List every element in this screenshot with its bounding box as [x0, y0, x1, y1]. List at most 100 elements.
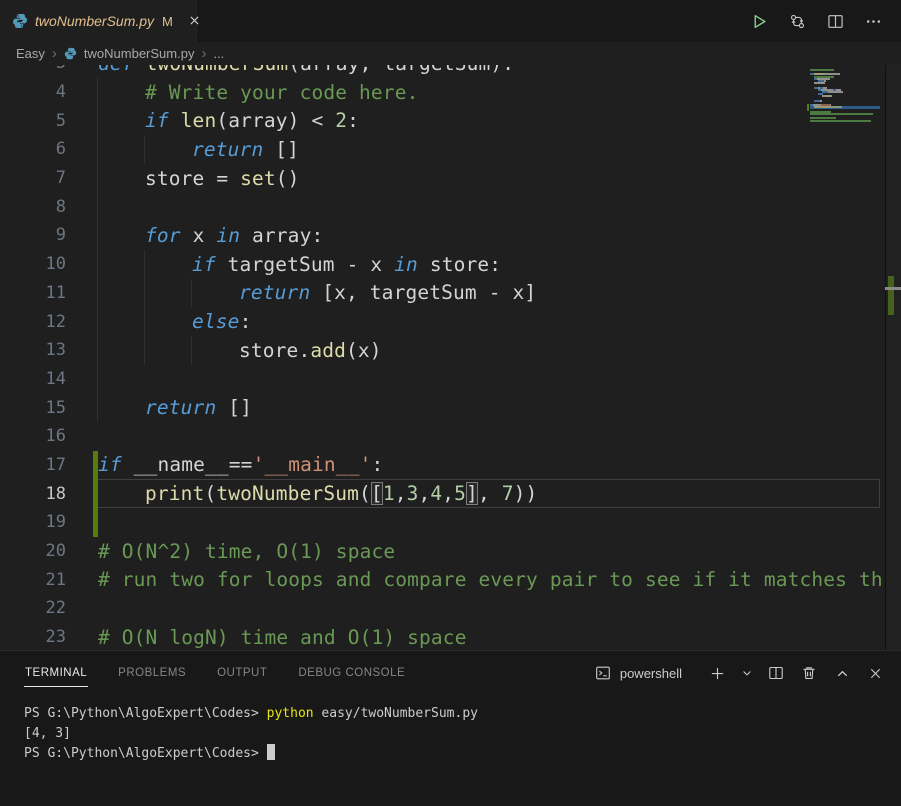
line-number: 10 — [45, 254, 66, 275]
split-editor-icon[interactable] — [825, 11, 845, 31]
panel-tab-output[interactable]: OUTPUT — [216, 652, 268, 694]
terminal-icon — [593, 663, 613, 683]
code-line[interactable]: 3def twoNumberSum(array, targetSum): — [0, 65, 881, 78]
line-number: 12 — [45, 311, 66, 332]
indent-guide — [97, 364, 98, 394]
line-number: 21 — [45, 569, 66, 590]
code-line[interactable]: 14 — [0, 364, 881, 394]
minimap[interactable] — [807, 65, 880, 650]
code-line[interactable]: 21 # run two for loops and compare every … — [0, 565, 881, 594]
tab-modified-badge: M — [162, 13, 173, 29]
breadcrumb: Easy › twoNumberSum.py › ... — [0, 42, 901, 65]
code-line[interactable]: 10 if targetSum - x in store: — [0, 249, 881, 279]
tab-close-icon[interactable] — [188, 14, 201, 29]
minimap-line — [810, 69, 834, 71]
line-number: 14 — [45, 368, 66, 389]
overview-ruler-scrollbar[interactable] — [885, 65, 901, 650]
panel-actions: powershell — [593, 663, 885, 683]
code-line[interactable]: 17 if __name__=='__main__': — [0, 450, 881, 480]
panel-tab-terminal[interactable]: TERMINAL — [24, 652, 89, 694]
python-file-icon-small — [64, 47, 78, 61]
kill-terminal-trash-icon[interactable] — [799, 663, 819, 683]
line-number: 16 — [45, 426, 66, 447]
split-terminal-icon[interactable] — [766, 663, 786, 683]
vscode-window: twoNumberSum.py M Easy › twoNumberSum.py… — [0, 0, 901, 806]
line-number: 11 — [45, 282, 66, 303]
more-actions-icon[interactable] — [863, 11, 883, 31]
code-line[interactable]: 11 return [x, targetSum - x] — [0, 278, 881, 308]
line-number: 17 — [45, 454, 66, 475]
code-pane[interactable]: 3def twoNumberSum(array, targetSum):4# W… — [0, 65, 881, 650]
minimap-line — [810, 113, 873, 115]
panel-header: TERMINAL PROBLEMS OUTPUT DEBUG CONSOLE powe… — [0, 651, 901, 695]
breadcrumb-symbol-more[interactable]: ... — [213, 46, 224, 61]
code-line[interactable]: 19 — [0, 508, 881, 537]
terminal-cursor — [266, 744, 275, 760]
git-added-gutter-marker — [93, 479, 98, 508]
git-added-gutter-marker — [93, 450, 98, 480]
code-text: return [] — [192, 137, 300, 161]
minimap-line — [814, 99, 822, 102]
code-line[interactable]: 13 store.add(x) — [0, 335, 881, 365]
new-terminal-icon[interactable] — [707, 663, 727, 683]
code-text: return [] — [145, 396, 253, 420]
close-panel-icon[interactable] — [865, 663, 885, 683]
code-line[interactable]: 15 return [] — [0, 393, 881, 422]
terminal-line: PS G:\Python\AlgoExpert\Codes> — [24, 744, 901, 764]
code-line[interactable]: 4 # Write your code here. — [0, 77, 881, 107]
panel-tab-debug-console[interactable]: DEBUG CONSOLE — [297, 652, 406, 694]
code-text: store = set() — [145, 166, 300, 190]
code-text: if targetSum - x in store: — [192, 252, 502, 276]
code-line[interactable]: 8 — [0, 192, 881, 222]
code-text: for x in array: — [145, 223, 324, 247]
line-number: 6 — [55, 139, 66, 160]
open-changes-icon[interactable] — [787, 11, 807, 31]
code-text: # O(N logN) time and O(1) space — [98, 625, 467, 649]
minimap-line — [814, 106, 843, 109]
terminal-output[interactable]: PS G:\Python\AlgoExpert\Codes> python ea… — [0, 695, 901, 764]
maximize-panel-icon[interactable] — [832, 663, 852, 683]
line-number: 8 — [55, 196, 66, 217]
code-line[interactable]: 6 return [] — [0, 135, 881, 164]
code-text: print(twoNumberSum([1,3,4,5], 7)) — [145, 482, 538, 506]
tab-title: twoNumberSum.py — [35, 13, 155, 29]
editor-actions — [749, 0, 901, 42]
launch-profile-chevron-icon[interactable] — [740, 663, 753, 683]
minimap-line — [814, 82, 826, 85]
minimap-line — [822, 95, 833, 98]
code-line[interactable]: 5 if len(array) < 2: — [0, 106, 881, 136]
code-editor[interactable]: 3def twoNumberSum(array, targetSum):4# W… — [0, 65, 901, 650]
code-line[interactable]: 9 for x in array: — [0, 221, 881, 250]
line-number: 18 — [45, 483, 66, 504]
code-text: # run two for loops and compare every pa… — [98, 568, 881, 592]
breadcrumb-file[interactable]: twoNumberSum.py — [84, 46, 195, 61]
code-text: if __name__=='__main__': — [98, 453, 384, 477]
code-line[interactable]: 20 # O(N^2) time, O(1) space — [0, 537, 881, 566]
run-python-file-icon[interactable] — [749, 11, 769, 31]
line-number: 5 — [55, 110, 66, 131]
code-line[interactable]: 18 print(twoNumberSum([1,3,4,5], 7)) — [0, 479, 881, 508]
python-file-icon — [12, 13, 28, 30]
line-number: 15 — [45, 397, 66, 418]
line-number: 7 — [55, 168, 66, 189]
overview-git-added-marker — [888, 276, 894, 315]
code-line[interactable]: 23 # O(N logN) time and O(1) space — [0, 623, 881, 650]
code-line[interactable]: 22 — [0, 594, 881, 623]
code-line[interactable]: 12 else: — [0, 307, 881, 336]
overview-cursor-marker — [885, 287, 901, 290]
code-rows: 3def twoNumberSum(array, targetSum):4# W… — [0, 65, 881, 650]
terminal-line: PS G:\Python\AlgoExpert\Codes> python ea… — [24, 706, 478, 721]
breadcrumb-folder[interactable]: Easy — [16, 46, 45, 61]
code-text: # Write your code here. — [145, 80, 419, 104]
code-text: # O(N^2) time, O(1) space — [98, 539, 396, 563]
line-number: 13 — [45, 340, 66, 361]
editor-tab-bar: twoNumberSum.py M — [0, 0, 901, 42]
tab-twoNumberSum[interactable]: twoNumberSum.py M — [0, 0, 199, 42]
terminal-line: [4, 3] — [24, 726, 71, 741]
terminal-shell-label: powershell — [619, 665, 682, 681]
panel-tab-problems[interactable]: PROBLEMS — [117, 652, 187, 694]
code-line[interactable]: 7 store = set() — [0, 163, 881, 193]
terminal-instance[interactable]: powershell — [593, 663, 682, 683]
code-line[interactable]: 16 — [0, 422, 881, 451]
line-number: 20 — [45, 541, 66, 562]
